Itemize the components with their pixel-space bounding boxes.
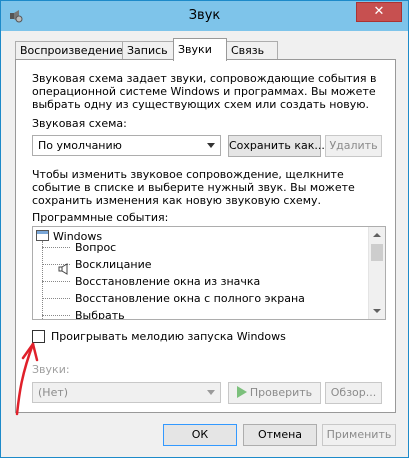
tab-communications[interactable]: Связь (226, 41, 278, 60)
list-item[interactable]: Восклицание (75, 257, 151, 274)
events-scrollbar[interactable] (368, 227, 385, 319)
list-item[interactable]: Восстановление окна с полного экрана (75, 291, 305, 308)
tab-sounds[interactable]: Звуки (173, 38, 227, 61)
test-button-label: Проверить (249, 386, 313, 399)
apply-button[interactable]: Применить (322, 424, 396, 446)
titlebar[interactable]: Звук ✕ (1, 1, 408, 31)
list-item[interactable]: Выбрать (75, 308, 125, 319)
ok-button[interactable]: ОК (163, 424, 237, 446)
startup-sound-label: Проигрывать мелодию запуска Windows (51, 330, 286, 343)
play-icon (236, 386, 247, 398)
tab-recording[interactable]: Запись (122, 41, 174, 60)
save-as-button[interactable]: Сохранить как... (228, 135, 325, 157)
test-button[interactable]: Проверить (228, 382, 321, 404)
sound-dialog: Звук ✕ Воспроизведение Запись Звуки Связ… (0, 0, 409, 458)
program-events-list[interactable]: Windows Вопрос Восклицание Восстановлени… (32, 226, 386, 320)
scroll-down-button[interactable] (369, 303, 385, 319)
browse-button[interactable]: Обзор... (325, 382, 382, 404)
chevron-down-icon (207, 143, 215, 148)
scheme-description: Звуковая схема задает звуки, сопровождаю… (32, 72, 377, 111)
chevron-down-icon (373, 309, 381, 313)
sound-scheme-value: По умолчанию (38, 139, 122, 152)
sounds-tab-panel: Звуковая схема задает звуки, сопровождаю… (15, 59, 396, 413)
scheme-label: Звуковая схема: (32, 117, 127, 130)
events-instructions: Чтобы изменить звуковое сопровождение, щ… (32, 168, 355, 207)
window-title: Звук (188, 8, 221, 23)
list-item[interactable]: Вопрос (75, 240, 116, 257)
speaker-icon (58, 263, 68, 275)
cancel-button[interactable]: Отмена (243, 424, 317, 446)
close-button[interactable]: ✕ (356, 2, 402, 22)
list-item[interactable]: Восстановление окна из значка (75, 274, 260, 291)
sound-scheme-select[interactable]: По умолчанию (32, 135, 221, 156)
program-events-label: Программные события: (32, 211, 169, 224)
red-arrow-annotation-icon (15, 342, 39, 416)
windows-app-icon (36, 230, 49, 241)
scroll-up-button[interactable] (369, 227, 385, 243)
tab-playback[interactable]: Воспроизведение (15, 41, 123, 60)
chevron-down-icon (207, 390, 215, 395)
delete-button[interactable]: Удалить (325, 135, 382, 157)
sound-select[interactable]: (Нет) (32, 382, 221, 403)
scroll-thumb[interactable] (371, 244, 383, 261)
chevron-up-icon (373, 233, 381, 237)
